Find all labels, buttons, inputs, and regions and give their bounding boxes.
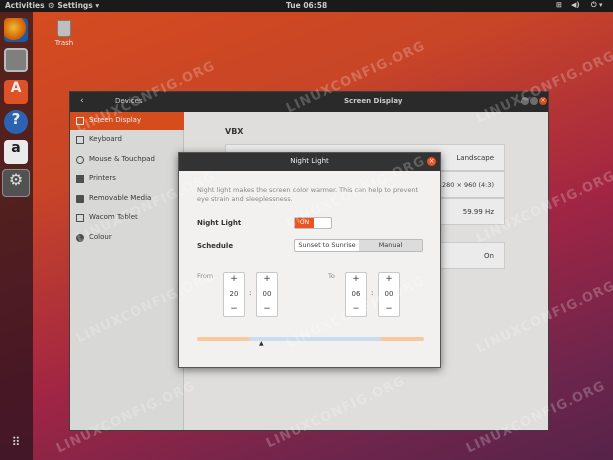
to-minutes-spinner[interactable]: + 00 − [378,272,400,317]
decrement-button[interactable]: − [379,304,399,314]
night-light-label: Night Light [197,219,242,227]
increment-button[interactable]: + [379,274,399,284]
schedule-option-sunset[interactable]: Sunset to Sunrise [295,240,359,251]
current-time-marker-icon: ▲ [259,340,264,347]
from-minutes-value[interactable]: 00 [257,290,277,298]
schedule-selector: Sunset to Sunrise Manual [294,239,423,252]
from-hours-spinner[interactable]: + 20 − [223,272,245,317]
decrement-button[interactable]: − [224,304,244,314]
to-hours-value[interactable]: 06 [346,290,366,298]
decrement-button[interactable]: − [257,304,277,314]
increment-button[interactable]: + [224,274,244,284]
schedule-option-manual[interactable]: Manual [359,240,422,251]
increment-button[interactable]: + [257,274,277,284]
schedule-timeline-bar [197,337,424,341]
dialog-title: Night Light [290,157,329,165]
time-separator: : [249,289,252,297]
from-label: From [197,272,214,280]
night-light-dialog: Night Light × Night light makes the scre… [178,152,441,368]
increment-button[interactable]: + [346,274,366,284]
decrement-button[interactable]: − [346,304,366,314]
to-label: To [328,272,335,280]
from-hours-value[interactable]: 20 [224,290,244,298]
to-minutes-value[interactable]: 00 [379,290,399,298]
schedule-label: Schedule [197,242,234,250]
night-light-toggle[interactable]: ON [294,217,332,229]
toggle-on-label: ON [295,218,314,228]
dialog-titlebar: Night Light × [179,153,440,171]
from-minutes-spinner[interactable]: + 00 − [256,272,278,317]
time-separator: : [371,289,374,297]
to-hours-spinner[interactable]: + 06 − [345,272,367,317]
dialog-close-button[interactable]: × [427,157,436,166]
dialog-description: Night light makes the screen color warme… [197,186,419,203]
